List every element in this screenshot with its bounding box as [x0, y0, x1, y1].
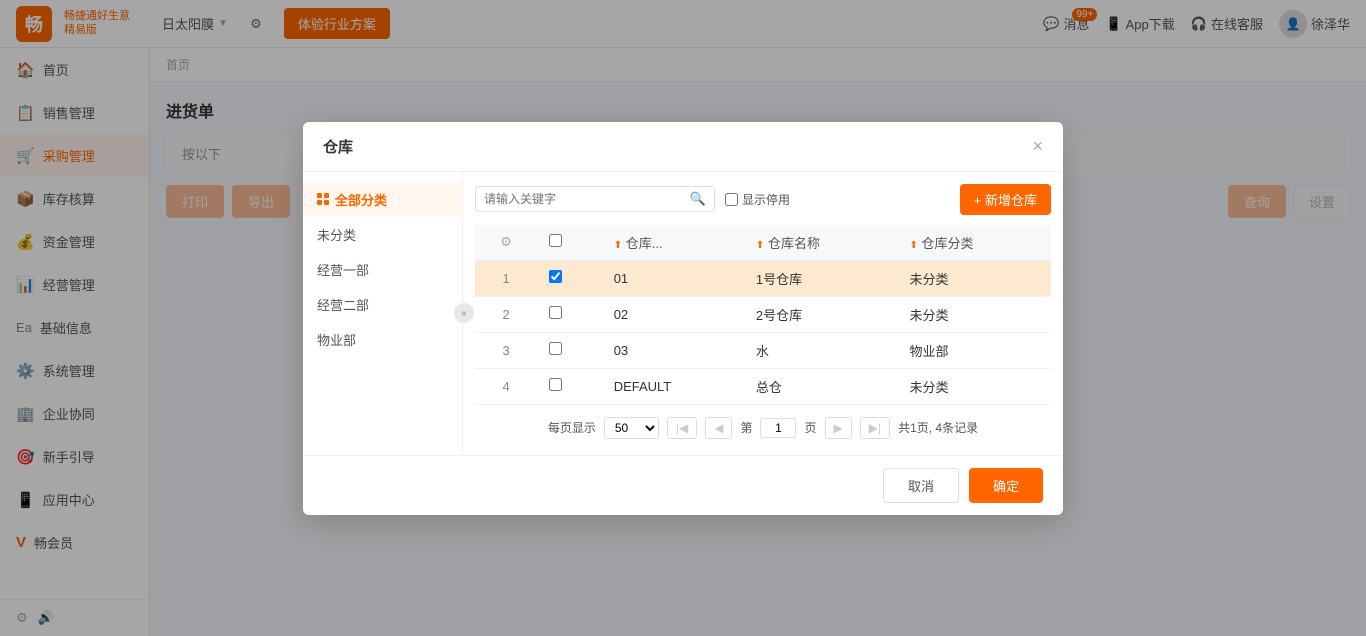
col-name[interactable]: ⬆ 仓库名称 — [744, 225, 898, 261]
search-input[interactable] — [484, 192, 684, 206]
col-category[interactable]: ⬆ 仓库分类 — [897, 225, 1051, 261]
row-category: 物业部 — [897, 332, 1051, 368]
row-code: 03 — [602, 332, 744, 368]
row-code: 01 — [602, 260, 744, 296]
sort-icon-category: ⬆ — [909, 240, 917, 251]
category-panel: 全部分类 未分类 经营一部 经营二部 物业部 « — [303, 172, 463, 455]
row-category: 未分类 — [897, 260, 1051, 296]
modal-footer: 取消 确定 — [303, 455, 1063, 515]
table-row[interactable]: 3 03 水 物业部 — [475, 332, 1051, 368]
page-label: 第 — [740, 419, 752, 436]
modal-header: 仓库 × — [303, 122, 1063, 172]
cancel-button[interactable]: 取消 — [883, 468, 959, 503]
row-num: 1 — [475, 260, 537, 296]
row-category: 未分类 — [897, 368, 1051, 404]
modal-overlay: 仓库 × 全部分类 未分类 经营一部 经营二部 物业部 « — [0, 0, 1366, 636]
row-checkbox-cell — [537, 296, 602, 332]
modal-body: 全部分类 未分类 经营一部 经营二部 物业部 « 🔍 — [303, 172, 1063, 455]
per-page-select[interactable]: 50 10 20 100 — [604, 417, 659, 439]
sort-icon-name: ⬆ — [756, 240, 764, 251]
search-box: 🔍 — [475, 186, 715, 212]
search-icon: 🔍 — [690, 191, 706, 207]
row-num: 4 — [475, 368, 537, 404]
row-name: 2号仓库 — [744, 296, 898, 332]
row-name: 水 — [744, 332, 898, 368]
confirm-button[interactable]: 确定 — [969, 468, 1043, 503]
category-item-3[interactable]: 物业部 — [303, 322, 462, 357]
table-container: ⚙ ⬆ 仓库... ⬆ 仓库名称 — [475, 225, 1051, 405]
row-checkbox-cell — [537, 332, 602, 368]
table-row[interactable]: 2 02 2号仓库 未分类 — [475, 296, 1051, 332]
row-num: 2 — [475, 296, 537, 332]
table-header: ⚙ ⬆ 仓库... ⬆ 仓库名称 — [475, 225, 1051, 261]
select-all-checkbox[interactable] — [549, 234, 562, 247]
row-checkbox-cell — [537, 260, 602, 296]
category-item-2[interactable]: 经营二部 — [303, 287, 462, 322]
row-checkbox[interactable] — [549, 306, 562, 319]
category-collapse-button[interactable]: « — [454, 303, 474, 323]
sort-icon-code: ⬆ — [614, 240, 622, 251]
table-row[interactable]: 4 DEFAULT 总仓 未分类 — [475, 368, 1051, 404]
row-checkbox[interactable] — [549, 270, 562, 283]
prev-page-button[interactable]: ◀ — [705, 417, 732, 439]
row-checkbox[interactable] — [549, 342, 562, 355]
page-input[interactable] — [760, 418, 796, 438]
total-label: 共1页, 4条记录 — [898, 419, 978, 436]
modal-close-button[interactable]: × — [1032, 136, 1043, 157]
col-code[interactable]: ⬆ 仓库... — [602, 225, 744, 261]
row-name: 1号仓库 — [744, 260, 898, 296]
warehouse-table: ⚙ ⬆ 仓库... ⬆ 仓库名称 — [475, 225, 1051, 405]
category-all[interactable]: 全部分类 — [303, 182, 462, 217]
grid-icon — [317, 193, 329, 205]
category-item-1[interactable]: 经营一部 — [303, 252, 462, 287]
next-page-button[interactable]: ▶ — [825, 417, 852, 439]
show-disabled-label: 显示停用 — [742, 191, 790, 208]
page-end-label: 页 — [804, 419, 816, 436]
first-page-button[interactable]: |◀ — [667, 417, 697, 439]
row-checkbox-cell — [537, 368, 602, 404]
col-checkbox — [537, 225, 602, 261]
category-item-0[interactable]: 未分类 — [303, 217, 462, 252]
row-code: DEFAULT — [602, 368, 744, 404]
table-toolbar: 🔍 显示停用 + 新增仓库 — [475, 184, 1051, 215]
row-name: 总仓 — [744, 368, 898, 404]
last-page-button[interactable]: ▶| — [860, 417, 890, 439]
row-num: 3 — [475, 332, 537, 368]
warehouse-modal: 仓库 × 全部分类 未分类 经营一部 经营二部 物业部 « — [303, 122, 1063, 515]
show-disabled-checkbox[interactable]: 显示停用 — [725, 191, 790, 208]
col-gear: ⚙ — [475, 225, 537, 261]
pagination: 每页显示 50 10 20 100 |◀ ◀ 第 页 ▶ ▶| 共1页, 4条记… — [475, 405, 1051, 443]
table-row[interactable]: 1 01 1号仓库 未分类 — [475, 260, 1051, 296]
row-code: 02 — [602, 296, 744, 332]
row-checkbox[interactable] — [549, 378, 562, 391]
show-disabled-input[interactable] — [725, 193, 738, 206]
table-panel: 🔍 显示停用 + 新增仓库 ⚙ — [463, 172, 1063, 455]
row-category: 未分类 — [897, 296, 1051, 332]
modal-title: 仓库 — [323, 136, 353, 157]
table-body: 1 01 1号仓库 未分类 2 02 2号仓库 — [475, 260, 1051, 404]
category-all-label: 全部分类 — [335, 190, 387, 209]
per-page-label: 每页显示 — [548, 419, 596, 436]
add-warehouse-button[interactable]: + 新增仓库 — [960, 184, 1051, 215]
